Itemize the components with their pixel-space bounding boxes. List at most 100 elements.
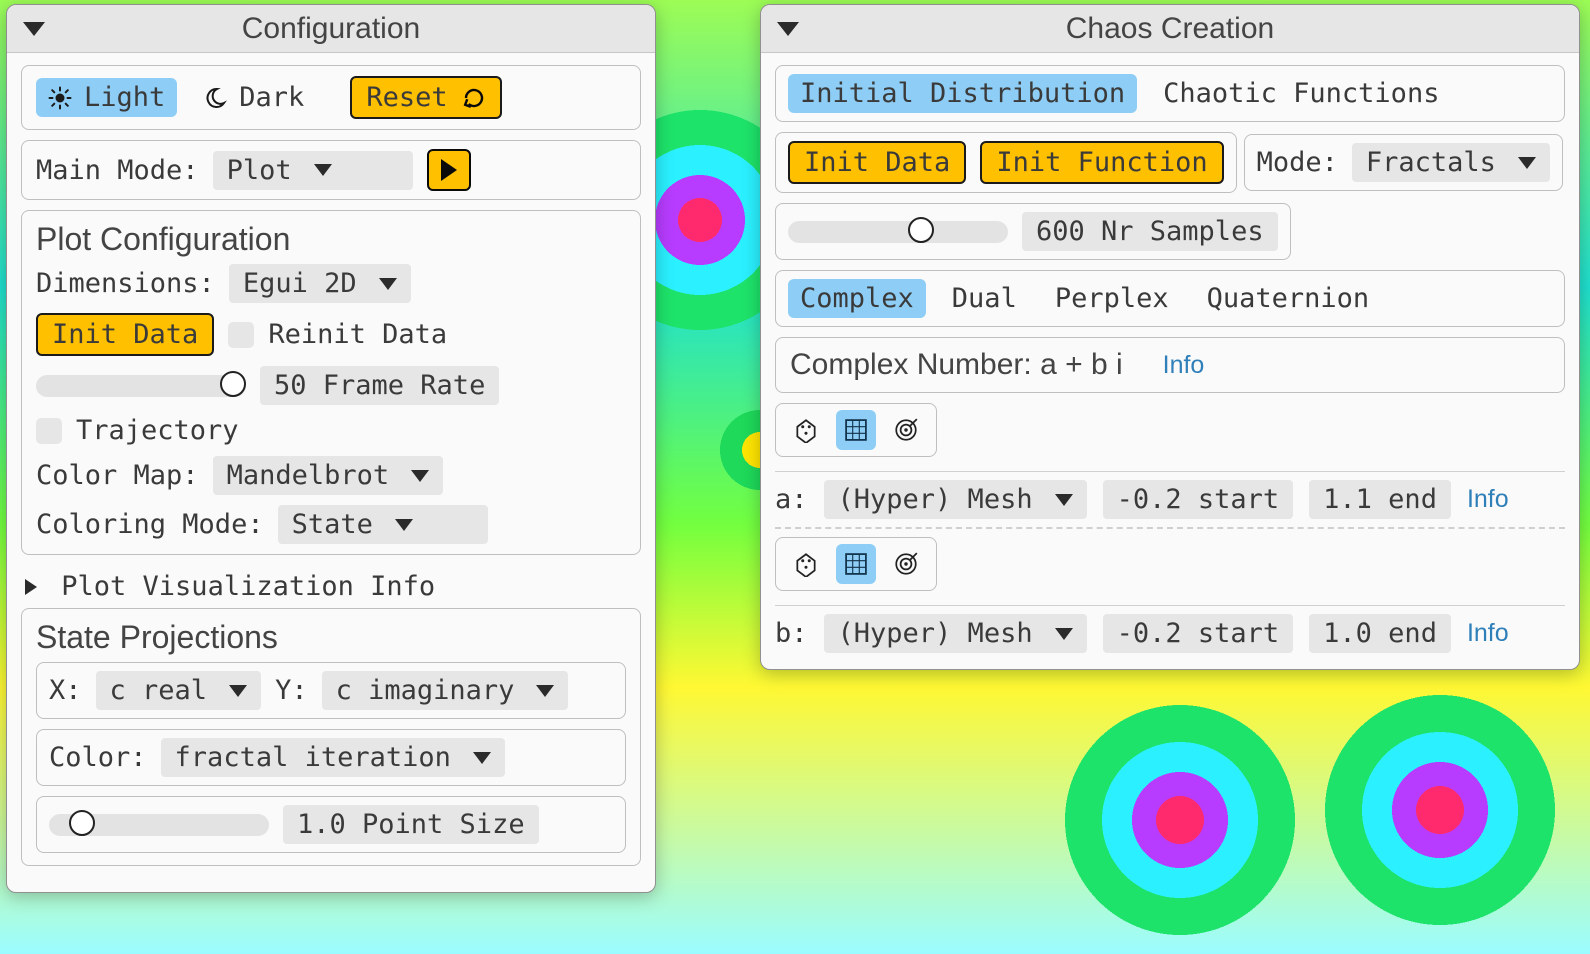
refresh-icon [462,86,486,110]
reset-button[interactable]: Reset [350,76,501,119]
dimensions-dropdown[interactable]: Egui 2D [229,264,411,303]
collapse-chaos-icon[interactable] [777,22,799,36]
chevron-down-icon [411,470,429,482]
param-b-end-value[interactable]: 1.0 end [1309,614,1451,653]
coloring-mode-label: Coloring Mode: [36,509,264,540]
trajectory-checkbox[interactable] [36,418,62,444]
param-a-icon-toolbar [775,403,937,457]
plot-visualization-info-toggle[interactable]: Plot Visualization Info [21,565,641,608]
chevron-down-icon [229,685,247,697]
coloring-mode-value: State [292,509,373,540]
coloring-mode-dropdown[interactable]: State [278,505,488,544]
y-axis-value: c imaginary [336,675,515,706]
param-a-info-link[interactable]: Info [1467,485,1509,514]
main-mode-dropdown[interactable]: Plot [213,151,413,190]
chevron-down-icon [473,752,491,764]
target-icon[interactable] [886,544,926,584]
target-icon[interactable] [886,410,926,450]
grid-icon[interactable] [836,544,876,584]
number-type-tabs-frame: Complex Dual Perplex Quaternion [775,270,1565,327]
distribution-tabs-frame: Initial Distribution Chaotic Functions [775,65,1565,122]
samples-slider[interactable] [788,221,1008,243]
param-a-dist-value: (Hyper) Mesh [838,484,1033,515]
sun-icon [48,86,72,110]
chaos-init-data-button[interactable]: Init Data [788,141,966,184]
param-a-dist-dropdown[interactable]: (Hyper) Mesh [824,480,1087,519]
state-projections-title: State Projections [36,619,626,656]
chevron-down-icon [536,685,554,697]
chevron-down-icon [1055,628,1073,640]
main-mode-frame: Main Mode: Plot [21,140,641,200]
frame-rate-value[interactable]: 50 Frame Rate [260,366,499,405]
chevron-down-icon [1518,157,1536,169]
x-axis-value: c real [110,675,208,706]
point-size-frame: 1.0 Point Size [36,796,626,853]
param-b-dist-dropdown[interactable]: (Hyper) Mesh [824,614,1087,653]
theme-light-label: Light [84,82,165,113]
param-a-end-value[interactable]: 1.1 end [1309,480,1451,519]
color-map-dropdown[interactable]: Mandelbrot [213,456,444,495]
configuration-title: Configuration [7,12,655,46]
number-type-dual-tab[interactable]: Dual [940,279,1029,318]
color-label: Color: [49,742,147,773]
state-projections-frame: State Projections X: c real Y: c imagina… [21,608,641,866]
chaos-creation-panel: Chaos Creation Initial Distribution Chao… [760,4,1580,670]
chevron-down-icon [314,164,332,176]
dice-icon[interactable] [786,544,826,584]
param-a-start-value[interactable]: -0.2 start [1103,480,1294,519]
play-button[interactable] [427,149,471,191]
play-icon [441,159,457,181]
color-selection-frame: Color: fractal iteration [36,729,626,786]
init-buttons-frame: Init Data Init Function [775,132,1237,193]
configuration-panel-header: Configuration [7,5,655,53]
complex-header-frame: Complex Number: a + b i Info [775,337,1565,393]
samples-value[interactable]: 600 Nr Samples [1022,212,1278,251]
theme-dark-tab[interactable]: Dark [191,78,316,117]
reinit-data-checkbox[interactable] [228,322,254,348]
y-axis-dropdown[interactable]: c imaginary [322,671,569,710]
theme-light-tab[interactable]: Light [36,78,177,117]
frame-rate-slider[interactable] [36,375,246,397]
mode-dropdown[interactable]: Fractals [1352,143,1550,182]
y-axis-label: Y: [275,675,308,706]
param-b-start-value[interactable]: -0.2 start [1103,614,1294,653]
dimensions-label: Dimensions: [36,268,215,299]
number-type-quaternion-tab[interactable]: Quaternion [1195,279,1382,318]
plot-configuration-title: Plot Configuration [36,221,626,258]
grid-icon[interactable] [836,410,876,450]
collapse-configuration-icon[interactable] [23,22,45,36]
mode-value: Fractals [1366,147,1496,178]
theme-reset-frame: Light Dark Reset [21,65,641,130]
chaos-panel-header: Chaos Creation [761,5,1579,53]
chevron-down-icon [395,519,413,531]
chaotic-functions-tab[interactable]: Chaotic Functions [1151,74,1451,113]
x-axis-dropdown[interactable]: c real [96,671,262,710]
configuration-panel: Configuration Light Dark Reset [6,4,656,893]
theme-dark-label: Dark [239,82,304,113]
mode-frame: Mode: Fractals [1244,134,1563,191]
color-dropdown[interactable]: fractal iteration [161,738,505,777]
main-mode-value: Plot [227,155,292,186]
xy-selection-frame: X: c real Y: c imaginary [36,662,626,719]
reinit-data-label: Reinit Data [268,319,447,350]
dice-icon[interactable] [786,410,826,450]
chevron-right-icon [25,579,37,595]
param-a-label: a: [775,484,808,515]
init-data-label: Init Data [52,319,198,350]
init-data-button[interactable]: Init Data [36,313,214,356]
param-b-block: b: (Hyper) Mesh -0.2 start 1.0 end Info [775,537,1565,653]
number-type-complex-tab[interactable]: Complex [788,279,926,318]
reset-button-label: Reset [366,82,447,113]
complex-info-link[interactable]: Info [1163,351,1205,380]
param-b-info-link[interactable]: Info [1467,619,1509,648]
chaos-title: Chaos Creation [761,12,1579,46]
plot-visualization-info-label: Plot Visualization Info [61,571,435,602]
moon-icon [203,86,227,110]
point-size-slider[interactable] [49,814,269,836]
number-type-perplex-tab[interactable]: Perplex [1043,279,1181,318]
param-separator [775,527,1565,531]
point-size-value[interactable]: 1.0 Point Size [283,805,539,844]
complex-header: Complex Number: a + b i [790,348,1123,382]
chaos-init-function-button[interactable]: Init Function [980,141,1223,184]
initial-distribution-tab[interactable]: Initial Distribution [788,74,1137,113]
